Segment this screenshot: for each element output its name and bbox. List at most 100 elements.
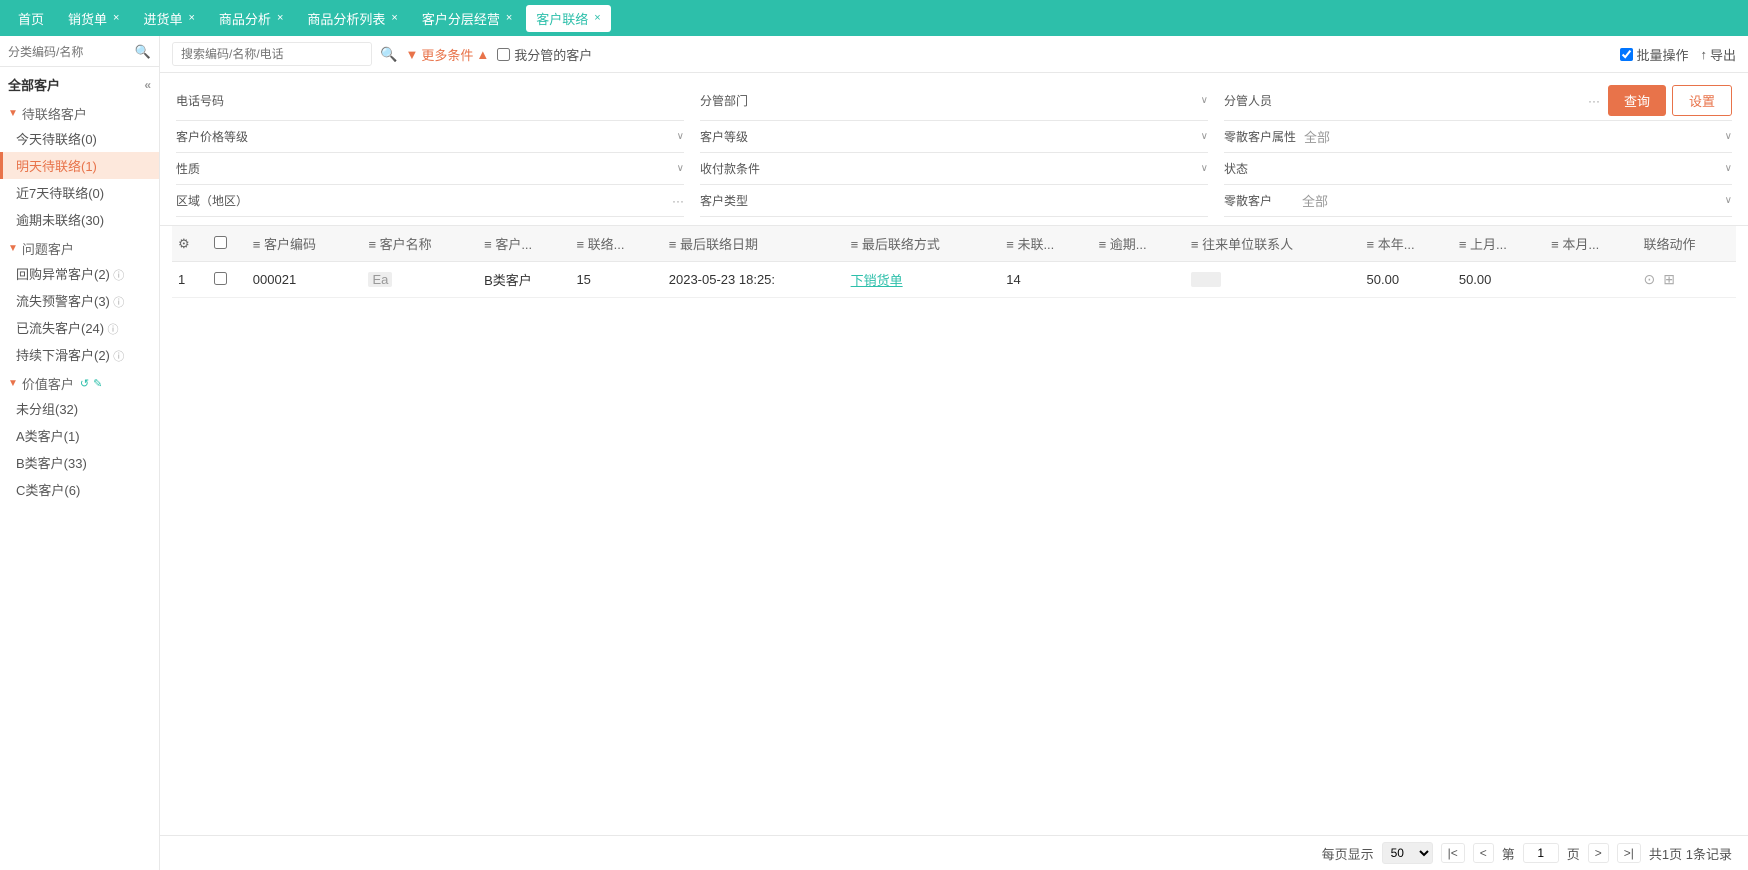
col-lastmonth-sort[interactable]: ≡ bbox=[1459, 237, 1470, 252]
caret-payment-icon: ∨ bbox=[1201, 163, 1208, 174]
group-pending-contact: ▼ 待联络客户 bbox=[0, 98, 159, 125]
filter-retail-customer: 零散客户 全部 ∨ bbox=[1224, 185, 1732, 217]
row-name: Ea bbox=[362, 262, 478, 298]
my-customers-check[interactable]: 我分管的客户 bbox=[497, 45, 592, 64]
filter-price-level: 客户价格等级 ∨ bbox=[176, 121, 684, 153]
group-problem-customers: ▼ 问题客户 bbox=[0, 233, 159, 260]
info-icon-2: ⓘ bbox=[113, 297, 124, 309]
edit-icon[interactable]: ✎ bbox=[93, 377, 102, 390]
col-contact-person-sort[interactable]: ≡ bbox=[1191, 237, 1202, 252]
filter-status: 状态 ∨ bbox=[1224, 153, 1732, 185]
col-overdue-sort[interactable]: ≡ bbox=[1099, 237, 1110, 252]
col-settings[interactable]: ⚙ bbox=[172, 226, 208, 262]
sidebar-item-7days[interactable]: 近7天待联络(0) bbox=[0, 179, 159, 206]
filter-payment: 收付款条件 ∨ bbox=[700, 153, 1208, 185]
triangle-icon: ▼ bbox=[8, 108, 18, 119]
action-more-icon[interactable]: ⊞ bbox=[1663, 271, 1675, 288]
close-product-analysis-list-icon[interactable]: × bbox=[391, 12, 397, 24]
action-link-icon[interactable]: ⊙ bbox=[1644, 271, 1656, 288]
prev-page-btn[interactable]: < bbox=[1473, 843, 1494, 863]
col-overdue: ≡ 逾期... bbox=[1093, 226, 1185, 262]
caret-retail-icon: ∨ bbox=[1725, 131, 1732, 142]
batch-op-btn[interactable]: 批量操作 bbox=[1620, 45, 1688, 64]
filter-dept: 分管部门 ∨ bbox=[700, 81, 1208, 121]
sidebar-item-tomorrow[interactable]: 明天待联络(1) bbox=[0, 152, 159, 179]
page-num-input[interactable] bbox=[1523, 843, 1559, 863]
col-action: 联络动作 bbox=[1638, 226, 1737, 262]
query-button[interactable]: 查询 bbox=[1608, 85, 1666, 116]
batch-op-checkbox[interactable] bbox=[1620, 48, 1633, 61]
close-sales-order-icon[interactable]: × bbox=[113, 12, 119, 24]
my-customers-checkbox[interactable] bbox=[497, 48, 510, 61]
refresh-icon[interactable]: ↺ bbox=[80, 377, 89, 390]
col-type-sort[interactable]: ≡ bbox=[484, 237, 495, 252]
filter-nature: 性质 ∨ bbox=[176, 153, 684, 185]
filter-search-input[interactable] bbox=[172, 42, 372, 66]
sidebar-item-today[interactable]: 今天待联络(0) bbox=[0, 125, 159, 152]
row-lastmethod[interactable]: 下销货单 bbox=[845, 262, 1001, 298]
row-lastmonth: 50.00 bbox=[1453, 262, 1545, 298]
row-thismonth bbox=[1545, 262, 1637, 298]
close-customer-contact-icon[interactable]: × bbox=[594, 12, 600, 24]
col-contact-sort[interactable]: ≡ bbox=[576, 237, 587, 252]
collapse-icon[interactable]: « bbox=[144, 78, 151, 92]
col-contact: ≡ 联络... bbox=[570, 226, 662, 262]
row-checkbox[interactable] bbox=[208, 262, 246, 298]
select-all-checkbox[interactable] bbox=[214, 236, 227, 249]
pagination-bar: 每页显示 50 100 200 |< < 第 页 > >| 共1页 1条记录 bbox=[160, 835, 1748, 870]
col-name-sort[interactable]: ≡ bbox=[368, 237, 379, 252]
sidebar-item-ungrouped[interactable]: 未分组(32) bbox=[0, 395, 159, 422]
filter-retail-attr: 零散客户属性 全部 ∨ bbox=[1224, 121, 1732, 153]
sidebar-item-a-class[interactable]: A类客户(1) bbox=[0, 422, 159, 449]
row-index: 1 bbox=[172, 262, 208, 298]
close-product-analysis-icon[interactable]: × bbox=[277, 12, 283, 24]
export-btn[interactable]: ↑ 导出 bbox=[1700, 45, 1736, 64]
filter-customer-type: 客户类型 bbox=[700, 185, 1208, 217]
sidebar-item-c-class[interactable]: C类客户(6) bbox=[0, 476, 159, 503]
sidebar-item-churned[interactable]: 已流失客户(24) ⓘ bbox=[0, 314, 159, 341]
nav-product-analysis-list[interactable]: 商品分析列表 × bbox=[297, 5, 407, 32]
main-layout: 🔍 全部客户 « ▼ 待联络客户 今天待联络(0) 明天待联络(1) 近7天待联… bbox=[0, 36, 1748, 870]
col-lastmethod-sort[interactable]: ≡ bbox=[851, 237, 862, 252]
filter-bar: 🔍 ▼ 更多条件 ▲ 我分管的客户 批量操作 ↑ 导出 bbox=[160, 36, 1748, 73]
sidebar-item-b-class[interactable]: B类客户(33) bbox=[0, 449, 159, 476]
top-nav: 首页 销货单 × 进货单 × 商品分析 × 商品分析列表 × 客户分层经营 × … bbox=[0, 0, 1748, 36]
col-code-label: ≡ bbox=[253, 237, 264, 252]
ellipsis-person-icon[interactable]: ··· bbox=[1588, 94, 1600, 108]
first-page-btn[interactable]: |< bbox=[1441, 843, 1465, 863]
col-lastmonth: ≡ 上月... bbox=[1453, 226, 1545, 262]
col-checkbox[interactable] bbox=[208, 226, 246, 262]
toolbar-right: 批量操作 ↑ 导出 bbox=[1620, 45, 1736, 64]
customer-table: ⚙ ≡ 客户编码 ≡ 客户名称 ≡ 客户... bbox=[172, 226, 1736, 298]
nav-sales-order[interactable]: 销货单 × bbox=[58, 5, 129, 32]
close-purchase-order-icon[interactable]: × bbox=[188, 12, 194, 24]
nav-customer-segmentation[interactable]: 客户分层经营 × bbox=[412, 5, 522, 32]
content-area: 🔍 ▼ 更多条件 ▲ 我分管的客户 批量操作 ↑ 导出 bbox=[160, 36, 1748, 870]
more-conditions-btn[interactable]: ▼ 更多条件 ▲ bbox=[405, 45, 489, 64]
sidebar-item-declining[interactable]: 持续下滑客户(2) ⓘ bbox=[0, 341, 159, 368]
sidebar-item-repurchase-abnormal[interactable]: 回购异常客户(2) ⓘ bbox=[0, 260, 159, 287]
nav-customer-contact[interactable]: 客户联络 × bbox=[526, 5, 610, 32]
sidebar-search-input[interactable] bbox=[8, 45, 131, 59]
sidebar-search-icon[interactable]: 🔍 bbox=[135, 44, 151, 60]
col-thisyear: ≡ 本年... bbox=[1361, 226, 1453, 262]
sidebar-item-overdue[interactable]: 逾期未联络(30) bbox=[0, 206, 159, 233]
sidebar-item-churn-warning[interactable]: 流失预警客户(3) ⓘ bbox=[0, 287, 159, 314]
caret-retail-cust-icon: ∨ bbox=[1725, 195, 1732, 206]
nav-purchase-order[interactable]: 进货单 × bbox=[133, 5, 204, 32]
col-thisyear-sort[interactable]: ≡ bbox=[1367, 237, 1378, 252]
ellipsis-region-icon[interactable]: ··· bbox=[672, 194, 684, 208]
last-page-btn[interactable]: >| bbox=[1617, 843, 1641, 863]
settings-button[interactable]: 设置 bbox=[1672, 85, 1732, 116]
triangle-icon-2: ▼ bbox=[8, 243, 18, 254]
filter-search-btn[interactable]: 🔍 bbox=[380, 46, 397, 63]
col-notlinked-sort[interactable]: ≡ bbox=[1006, 237, 1017, 252]
col-thismonth-sort[interactable]: ≡ bbox=[1551, 237, 1562, 252]
next-page-btn[interactable]: > bbox=[1588, 843, 1609, 863]
col-lastdate-sort[interactable]: ≡ bbox=[669, 237, 680, 252]
row-type: B类客户 bbox=[478, 262, 570, 298]
page-size-select[interactable]: 50 100 200 bbox=[1382, 842, 1433, 864]
nav-home[interactable]: 首页 bbox=[8, 5, 54, 32]
close-customer-segmentation-icon[interactable]: × bbox=[506, 12, 512, 24]
nav-product-analysis[interactable]: 商品分析 × bbox=[209, 5, 293, 32]
